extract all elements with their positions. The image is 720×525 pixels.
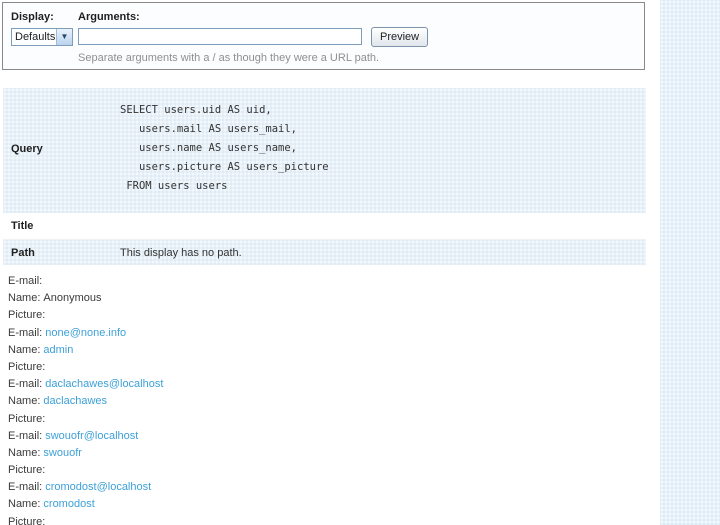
picture-field-label: Picture:	[8, 412, 46, 425]
name-field-label: Name:	[8, 343, 41, 356]
field-picture: Picture:	[8, 307, 660, 324]
query-sql-text: SELECT users.uid AS uid, users.mail AS u…	[120, 104, 329, 192]
path-row-label: Path	[11, 246, 35, 259]
field-email: E-mail: daclachawes@localhost	[8, 376, 660, 393]
name-field-label: Name:	[8, 498, 41, 511]
field-picture: Picture:	[8, 462, 660, 479]
picture-field-label: Picture:	[8, 360, 46, 373]
email-link[interactable]: cromodost@localhost	[45, 481, 151, 493]
display-select[interactable]: Defaults ▼	[11, 28, 73, 46]
title-row-label: Title	[11, 220, 34, 232]
page-background: Display: Defaults ▼ Arguments: Preview S…	[0, 0, 720, 525]
name-link[interactable]: daclachawes	[43, 395, 107, 407]
field-email: E-mail: swouofr@localhost	[8, 428, 660, 445]
content-area: Display: Defaults ▼ Arguments: Preview S…	[0, 0, 660, 525]
email-link[interactable]: daclachawes@localhost	[45, 378, 163, 390]
display-select-value: Defaults	[15, 31, 56, 43]
arguments-column: Arguments: Preview Separate arguments wi…	[78, 11, 644, 69]
field-email: E-mail:	[8, 273, 660, 290]
chevron-down-icon[interactable]: ▼	[56, 29, 72, 45]
field-picture: Picture:	[8, 411, 660, 428]
email-field-label: E-mail:	[8, 378, 43, 391]
path-row: Path This display has no path.	[3, 240, 646, 265]
name-field-label: Name:	[8, 446, 41, 459]
field-picture: Picture:	[8, 359, 660, 376]
display-label: Display:	[11, 11, 54, 23]
picture-field-label: Picture:	[8, 515, 46, 525]
view-info-table: Query SELECT users.uid AS uid, users.mai…	[3, 88, 646, 265]
arguments-label: Arguments:	[78, 11, 140, 23]
preview-results: E-mail: Name: Anonymous Picture: E-mail: n…	[0, 265, 660, 525]
query-row: Query SELECT users.uid AS uid, users.mai…	[3, 88, 646, 213]
field-email: E-mail: none@none.info	[8, 325, 660, 342]
field-email: E-mail: cromodost@localhost	[8, 479, 660, 496]
field-name: Name: swouofr	[8, 445, 660, 462]
field-picture: Picture:	[8, 514, 660, 525]
preview-controls-panel: Display: Defaults ▼ Arguments: Preview S…	[2, 2, 645, 70]
query-row-label: Query	[11, 142, 43, 155]
display-column: Display: Defaults ▼	[11, 11, 75, 69]
arguments-input[interactable]	[78, 28, 362, 45]
field-name: Name: daclachawes	[8, 393, 660, 410]
name-link[interactable]: cromodost	[43, 498, 94, 510]
preview-button[interactable]: Preview	[371, 27, 429, 47]
email-field-label: E-mail:	[8, 275, 43, 287]
name-field-label: Name:	[8, 292, 41, 305]
email-link[interactable]: swouofr@localhost	[45, 430, 138, 442]
name-link[interactable]: swouofr	[43, 447, 82, 459]
name-value: Anonymous	[43, 292, 102, 305]
field-name: Name: admin	[8, 342, 660, 359]
field-name: Name: Anonymous	[8, 290, 660, 307]
email-field-label: E-mail:	[8, 429, 43, 442]
email-link[interactable]: none@none.info	[45, 327, 126, 339]
email-field-label: E-mail:	[8, 326, 43, 339]
email-field-label: E-mail:	[8, 481, 43, 494]
path-row-value: This display has no path.	[120, 246, 242, 259]
picture-field-label: Picture:	[8, 464, 46, 477]
name-link[interactable]: admin	[43, 344, 73, 356]
arguments-help-text: Separate arguments with a / as though th…	[78, 52, 380, 64]
field-name: Name: cromodost	[8, 496, 660, 513]
title-row: Title	[3, 213, 646, 240]
picture-field-label: Picture:	[8, 309, 46, 322]
name-field-label: Name:	[8, 395, 41, 408]
